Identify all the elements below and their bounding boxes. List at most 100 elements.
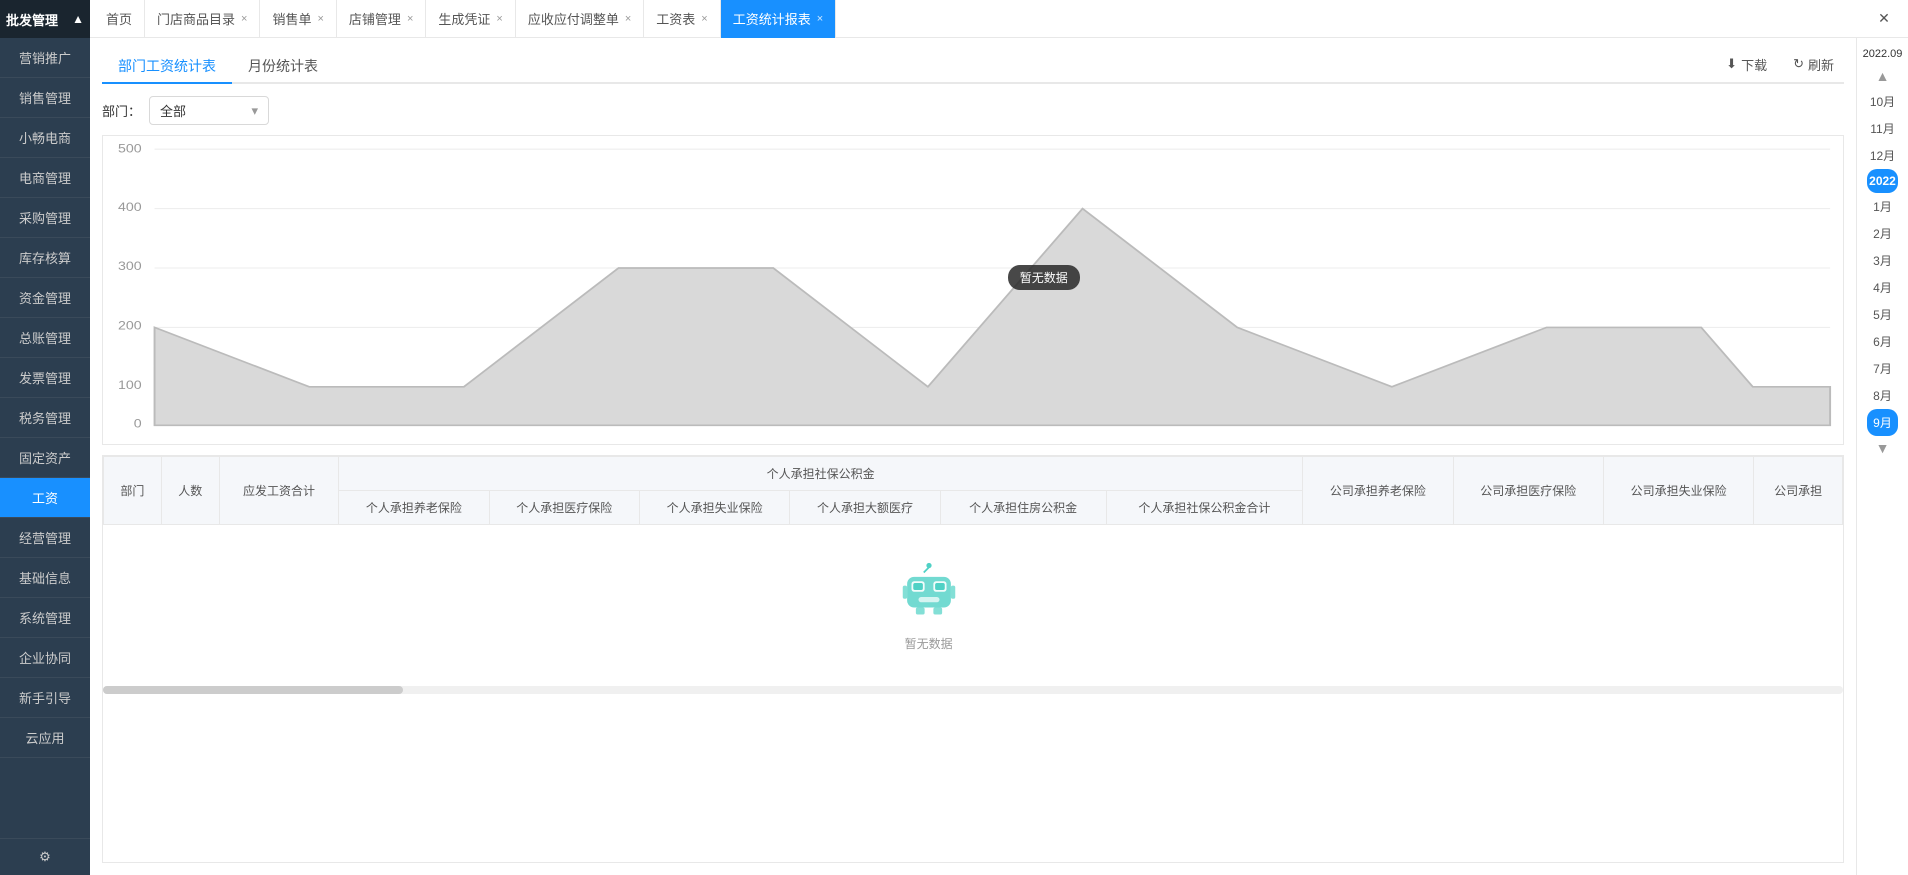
col-headcount: 人数	[161, 457, 219, 525]
tab-close-6[interactable]: ×	[701, 13, 707, 25]
timeline-date-header: 2022.09	[1861, 44, 1905, 64]
timeline-down-button[interactable]: ▼	[1871, 436, 1895, 460]
timeline-item-2月[interactable]: 2月	[1863, 220, 1902, 247]
empty-text: 暂无数据	[134, 635, 1724, 652]
timeline-item-10月[interactable]: 10月	[1863, 88, 1902, 115]
tab-6[interactable]: 工资表×	[644, 0, 720, 38]
col-group-personal: 个人承担社保公积金	[339, 457, 1303, 491]
sub-tab-monthly[interactable]: 月份统计表	[232, 50, 334, 84]
chart-tooltip: 暂无数据	[1008, 265, 1080, 290]
sidebar-item-营销推广[interactable]: 营销推广	[0, 38, 90, 78]
col-personal-pension: 个人承担养老保险	[339, 491, 489, 525]
sub-tabs: 部门工资统计表 月份统计表 ⬇ 下载 ↻ 刷新	[102, 50, 1844, 84]
svg-text:400: 400	[118, 200, 142, 214]
tab-close-4[interactable]: ×	[496, 13, 502, 25]
sidebar-item-系统管理[interactable]: 系统管理	[0, 598, 90, 638]
sidebar-settings[interactable]: ⚙	[0, 838, 90, 875]
tab-close-2[interactable]: ×	[317, 13, 323, 25]
timeline-item-1月[interactable]: 1月	[1863, 193, 1902, 220]
col-personal-medical: 个人承担医疗保险	[489, 491, 639, 525]
col-personal-total: 个人承担社保公积金合计	[1106, 491, 1303, 525]
timeline-up-button[interactable]: ▲	[1871, 64, 1895, 88]
department-select[interactable]: 全部 ▾	[149, 96, 269, 125]
timeline-panel: 2022.09 ▲ 10月11月12月20221月2月3月4月5月6月7月8月9…	[1856, 38, 1908, 875]
timeline-item-5月[interactable]: 5月	[1863, 301, 1902, 328]
timeline-item-12月[interactable]: 12月	[1863, 142, 1902, 169]
sidebar-item-采购管理[interactable]: 采购管理	[0, 198, 90, 238]
tab-close-1[interactable]: ×	[241, 13, 247, 25]
tab-close-7[interactable]: ×	[817, 13, 823, 25]
sidebar-item-总账管理[interactable]: 总账管理	[0, 318, 90, 358]
tab-0[interactable]: 首页	[94, 0, 145, 38]
svg-text:200: 200	[118, 319, 142, 333]
tab-5[interactable]: 应收应付调整单×	[516, 0, 644, 38]
tab-7[interactable]: 工资统计报表×	[721, 0, 836, 38]
svg-text:100: 100	[118, 378, 142, 392]
sidebar-item-基础信息[interactable]: 基础信息	[0, 558, 90, 598]
timeline-item-11月[interactable]: 11月	[1863, 115, 1902, 142]
timeline-item-4月[interactable]: 4月	[1863, 274, 1902, 301]
sidebar-header[interactable]: 批发管理 ▲	[0, 0, 90, 38]
col-company-other: 公司承担	[1754, 457, 1843, 525]
sidebar-item-资金管理[interactable]: 资金管理	[0, 278, 90, 318]
tab-2[interactable]: 销售单×	[260, 0, 336, 38]
content-area: 部门工资统计表 月份统计表 ⬇ 下载 ↻ 刷新 部门： 全部	[90, 38, 1908, 875]
sidebar-item-工资[interactable]: 工资	[0, 478, 90, 518]
no-data-row: 暂无数据	[104, 525, 1843, 683]
robot-icon	[894, 555, 964, 625]
svg-text:500: 500	[118, 141, 142, 155]
tab-close-5[interactable]: ×	[625, 13, 631, 25]
sidebar-item-云应用[interactable]: 云应用	[0, 718, 90, 758]
chart-svg: 500 400 300 200 100 0	[103, 136, 1843, 444]
sidebar-item-销售管理[interactable]: 销售管理	[0, 78, 90, 118]
table-wrapper[interactable]: 部门 人数 应发工资合计 个人承担社保公积金 公司承担养老保险 公司承担医疗保险…	[102, 455, 1844, 863]
tab-1[interactable]: 门店商品目录×	[145, 0, 260, 38]
col-personal-unemployment: 个人承担失业保险	[639, 491, 789, 525]
col-company-medical: 公司承担医疗保险	[1453, 457, 1603, 525]
sidebar-item-经营管理[interactable]: 经营管理	[0, 518, 90, 558]
col-total-salary: 应发工资合计	[219, 457, 339, 525]
col-department: 部门	[104, 457, 162, 525]
sidebar-item-固定资产[interactable]: 固定资产	[0, 438, 90, 478]
timeline-item-8月[interactable]: 8月	[1863, 382, 1902, 409]
timeline-item-7月[interactable]: 7月	[1863, 355, 1902, 382]
main-area: 首页门店商品目录×销售单×店铺管理×生成凭证×应收应付调整单×工资表×工资统计报…	[90, 0, 1908, 875]
chart-area: 500 400 300 200 100 0	[102, 135, 1844, 445]
sidebar-item-新手引导[interactable]: 新手引导	[0, 678, 90, 718]
tab-bar: 首页门店商品目录×销售单×店铺管理×生成凭证×应收应付调整单×工资表×工资统计报…	[90, 0, 1908, 38]
window-close-button[interactable]: ✕	[1872, 7, 1896, 31]
filter-label: 部门：	[102, 101, 141, 120]
sidebar-item-税务管理[interactable]: 税务管理	[0, 398, 90, 438]
svg-text:300: 300	[118, 259, 142, 273]
timeline-item-2022[interactable]: 2022	[1867, 169, 1898, 193]
data-table: 部门 人数 应发工资合计 个人承担社保公积金 公司承担养老保险 公司承担医疗保险…	[103, 456, 1843, 682]
sidebar-item-库存核算[interactable]: 库存核算	[0, 238, 90, 278]
tab-4[interactable]: 生成凭证×	[426, 0, 515, 38]
refresh-button[interactable]: ↻ 刷新	[1783, 51, 1844, 78]
col-company-unemployment: 公司承担失业保险	[1603, 457, 1753, 525]
page-content: 部门工资统计表 月份统计表 ⬇ 下载 ↻ 刷新 部门： 全部	[90, 38, 1856, 875]
timeline-item-6月[interactable]: 6月	[1863, 328, 1902, 355]
sidebar-title: 批发管理	[6, 10, 58, 29]
sidebar-item-发票管理[interactable]: 发票管理	[0, 358, 90, 398]
tab-3[interactable]: 店铺管理×	[337, 0, 426, 38]
action-bar: ⬇ 下载 ↻ 刷新	[1716, 50, 1844, 82]
sidebar: 批发管理 ▲ 营销推广销售管理小畅电商电商管理采购管理库存核算资金管理总账管理发…	[0, 0, 90, 875]
sidebar-item-企业协同[interactable]: 企业协同	[0, 638, 90, 678]
col-company-pension: 公司承担养老保险	[1303, 457, 1453, 525]
download-button[interactable]: ⬇ 下载	[1716, 51, 1777, 78]
svg-text:0: 0	[134, 416, 142, 430]
timeline-item-9月[interactable]: 9月	[1867, 409, 1898, 436]
col-personal-big-medical: 个人承担大额医疗	[790, 491, 940, 525]
sidebar-toggle-icon[interactable]: ▲	[72, 12, 84, 26]
filter-row: 部门： 全部 ▾	[102, 96, 1844, 125]
sub-tab-department[interactable]: 部门工资统计表	[102, 50, 232, 84]
settings-icon: ⚙	[39, 849, 51, 864]
tab-close-3[interactable]: ×	[407, 13, 413, 25]
sidebar-item-小畅电商[interactable]: 小畅电商	[0, 118, 90, 158]
timeline-item-3月[interactable]: 3月	[1863, 247, 1902, 274]
sidebar-item-电商管理[interactable]: 电商管理	[0, 158, 90, 198]
col-personal-housing-fund: 个人承担住房公积金	[940, 491, 1106, 525]
no-data-area: 暂无数据	[104, 525, 1754, 682]
chevron-down-icon: ▾	[251, 103, 258, 119]
